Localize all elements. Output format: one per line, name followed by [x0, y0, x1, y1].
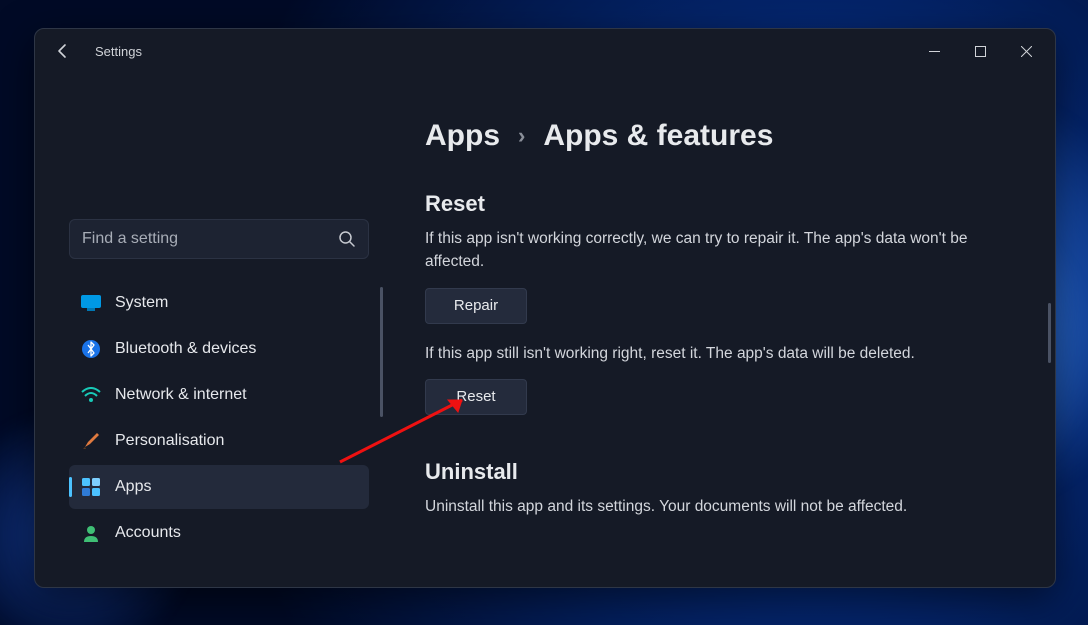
close-button[interactable]: [1003, 35, 1049, 67]
sidebar-item-apps[interactable]: Apps: [69, 465, 369, 509]
close-icon: [1021, 46, 1032, 57]
titlebar: Settings: [35, 29, 1055, 73]
sidebar-item-accounts[interactable]: Accounts: [69, 511, 369, 555]
content-pane: Apps › Apps & features Reset If this app…: [395, 73, 1055, 587]
minimize-icon: [929, 46, 940, 57]
reset-description: If this app still isn't working right, r…: [425, 342, 985, 365]
maximize-icon: [975, 46, 986, 57]
back-button[interactable]: [49, 37, 77, 65]
button-label: Repair: [454, 297, 498, 314]
sidebar-item-label: Network & internet: [115, 386, 247, 404]
breadcrumb: Apps › Apps & features: [425, 119, 1025, 153]
wifi-icon: [81, 385, 101, 405]
uninstall-description: Uninstall this app and its settings. You…: [425, 495, 985, 518]
search-box[interactable]: [69, 219, 369, 259]
bluetooth-icon: [81, 339, 101, 359]
sidebar-item-label: Apps: [115, 478, 151, 496]
sidebar-item-label: Personalisation: [115, 432, 224, 450]
window-title: Settings: [95, 44, 142, 59]
back-arrow-icon: [55, 43, 71, 59]
content-scrollbar[interactable]: [1048, 303, 1051, 363]
sidebar-item-label: Accounts: [115, 524, 181, 542]
uninstall-heading: Uninstall: [425, 459, 1025, 485]
maximize-button[interactable]: [957, 35, 1003, 67]
search-input[interactable]: [82, 230, 330, 248]
repair-button[interactable]: Repair: [425, 288, 527, 324]
search-icon: [338, 230, 356, 248]
sidebar-item-personalisation[interactable]: Personalisation: [69, 419, 369, 463]
reset-button[interactable]: Reset: [425, 379, 527, 415]
nav-list: System Bluetooth & devices Network & int…: [69, 281, 369, 555]
paintbrush-icon: [81, 431, 101, 451]
sidebar-item-system[interactable]: System: [69, 281, 369, 325]
minimize-button[interactable]: [911, 35, 957, 67]
sidebar: System Bluetooth & devices Network & int…: [35, 73, 395, 587]
person-icon: [81, 523, 101, 543]
chevron-right-icon: ›: [518, 123, 525, 149]
apps-icon: [81, 477, 101, 497]
repair-description: If this app isn't working correctly, we …: [425, 227, 985, 274]
sidebar-scrollbar[interactable]: [380, 287, 383, 417]
breadcrumb-current: Apps & features: [543, 119, 773, 153]
breadcrumb-parent[interactable]: Apps: [425, 119, 500, 153]
sidebar-item-bluetooth[interactable]: Bluetooth & devices: [69, 327, 369, 371]
sidebar-item-label: System: [115, 294, 168, 312]
reset-heading: Reset: [425, 191, 1025, 217]
settings-window: Settings: [34, 28, 1056, 588]
button-label: Reset: [456, 388, 495, 405]
system-icon: [81, 293, 101, 313]
sidebar-item-network[interactable]: Network & internet: [69, 373, 369, 417]
sidebar-item-label: Bluetooth & devices: [115, 340, 256, 358]
window-controls: [911, 35, 1049, 67]
